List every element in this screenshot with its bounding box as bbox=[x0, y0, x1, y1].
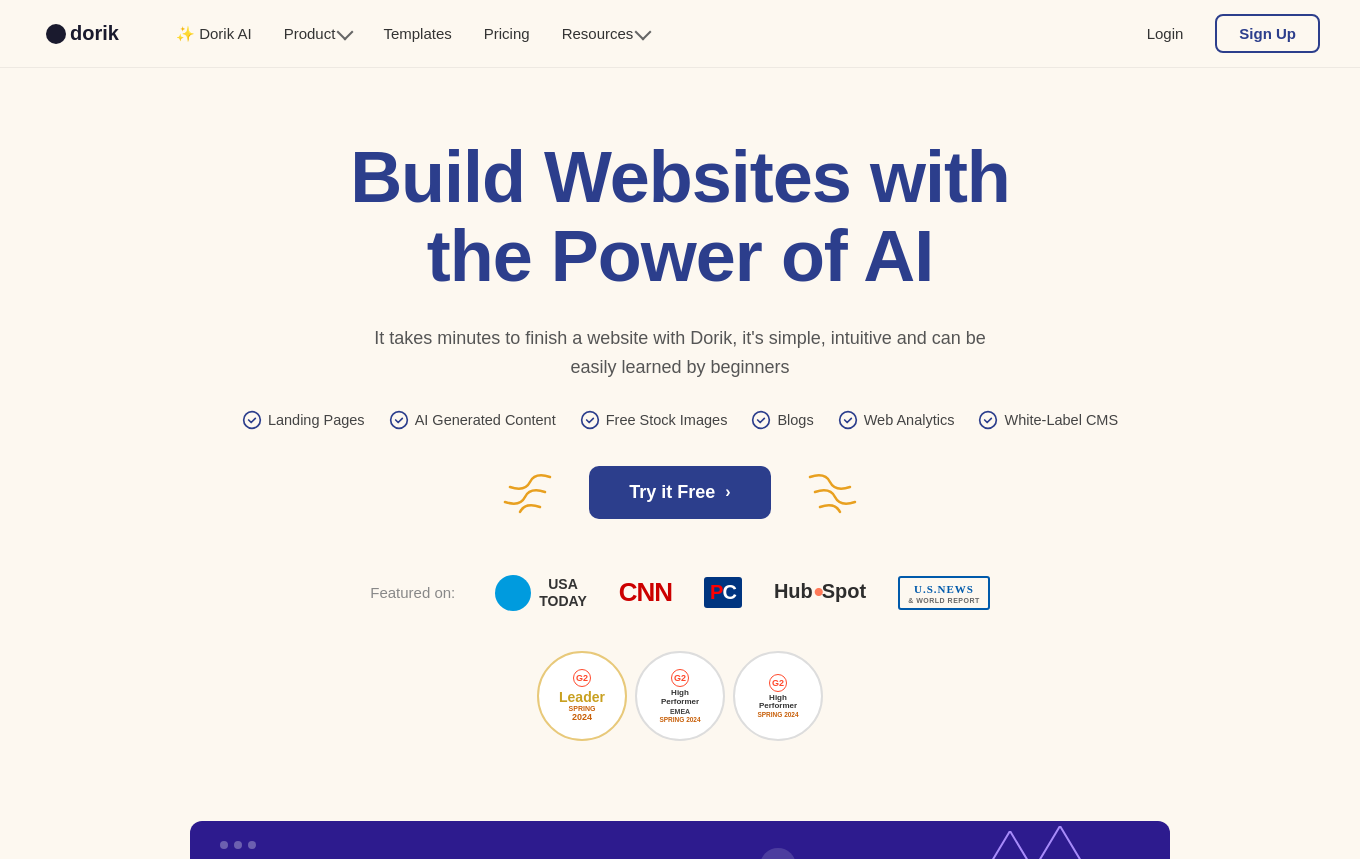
svg-text:dorik: dorik bbox=[70, 22, 120, 44]
feature-label: Landing Pages bbox=[268, 412, 365, 428]
g2-leader-badge: G2 Leader SPRING 2024 bbox=[537, 651, 627, 741]
g2-logo-icon: G2 bbox=[671, 669, 689, 687]
g2-high-performer-emea-badge: G2 HighPerformer EMEA SPRING 2024 bbox=[635, 651, 725, 741]
nav-links: ✨ Dorik AI Product Templates Pricing Res… bbox=[162, 17, 663, 51]
nav-resources[interactable]: Resources bbox=[548, 17, 664, 50]
preview-circle-decoration bbox=[760, 848, 796, 859]
check-icon bbox=[978, 410, 998, 430]
preview-dot bbox=[220, 841, 228, 849]
nav-templates[interactable]: Templates bbox=[369, 17, 465, 50]
usnews-logo: U.S.NEWS & WORLD REPORT bbox=[898, 576, 990, 610]
usatoday-circle bbox=[495, 575, 531, 611]
feature-ai-content: AI Generated Content bbox=[389, 410, 556, 430]
preview-dot bbox=[248, 841, 256, 849]
feature-label: Web Analytics bbox=[864, 412, 955, 428]
login-button[interactable]: Login bbox=[1127, 17, 1204, 50]
check-icon bbox=[389, 410, 409, 430]
pc-magazine-logo: PC bbox=[704, 577, 742, 608]
badge-season: SPRING bbox=[569, 705, 596, 712]
usnews-text: U.S.NEWS & WORLD REPORT bbox=[908, 581, 980, 605]
feature-label: Free Stock Images bbox=[606, 412, 728, 428]
badge-year: 2024 bbox=[572, 712, 592, 722]
logo[interactable]: dorik bbox=[40, 18, 130, 50]
arrow-right-icon: › bbox=[725, 483, 730, 501]
badge-title: HighPerformer bbox=[759, 694, 797, 712]
feature-white-label: White-Label CMS bbox=[978, 410, 1118, 430]
usatoday-text: USATODAY bbox=[539, 576, 586, 610]
feature-web-analytics: Web Analytics bbox=[838, 410, 955, 430]
g2-logo-icon: G2 bbox=[573, 669, 591, 687]
nav-product[interactable]: Product bbox=[270, 17, 366, 50]
svg-point-6 bbox=[839, 412, 856, 429]
navbar: dorik ✨ Dorik AI Product Templates Prici… bbox=[0, 0, 1360, 68]
hero-subtitle: It takes minutes to finish a website wit… bbox=[370, 324, 990, 382]
features-row: Landing Pages AI Generated Content Free … bbox=[40, 410, 1320, 430]
svg-marker-9 bbox=[1030, 826, 1090, 859]
bottom-preview bbox=[190, 821, 1170, 859]
feature-stock-images: Free Stock Images bbox=[580, 410, 728, 430]
hubspot-logo: Hub⦁Spot bbox=[774, 577, 866, 608]
preview-dot bbox=[234, 841, 242, 849]
usatoday-logo: USATODAY bbox=[495, 575, 586, 611]
badges-section: G2 Leader SPRING 2024 G2 HighPerformer E… bbox=[40, 651, 1320, 741]
triangle-decoration-2 bbox=[1030, 826, 1090, 859]
featured-label: Featured on: bbox=[370, 584, 455, 601]
g2-logo-icon: G2 bbox=[769, 674, 787, 692]
badge-season: SPRING 2024 bbox=[757, 711, 798, 718]
featured-section: Featured on: USATODAY CNN PC Hub⦁Spot U.… bbox=[40, 575, 1320, 611]
preview-dots bbox=[220, 841, 256, 849]
signup-button[interactable]: Sign Up bbox=[1215, 14, 1320, 53]
featured-logos: USATODAY CNN PC Hub⦁Spot U.S.NEWS & WORL… bbox=[495, 575, 990, 611]
svg-point-5 bbox=[753, 412, 770, 429]
navbar-right: Login Sign Up bbox=[1127, 14, 1320, 53]
squiggle-right-icon bbox=[800, 462, 880, 522]
nav-pricing[interactable]: Pricing bbox=[470, 17, 544, 50]
try-it-free-button[interactable]: Try it Free › bbox=[589, 466, 770, 519]
svg-point-2 bbox=[244, 412, 261, 429]
check-icon bbox=[751, 410, 771, 430]
feature-label: AI Generated Content bbox=[415, 412, 556, 428]
nav-dorik-ai[interactable]: ✨ Dorik AI bbox=[162, 17, 266, 51]
badge-subtitle: EMEA bbox=[670, 708, 690, 715]
cnn-logo: CNN bbox=[619, 577, 672, 608]
cta-container: Try it Free › bbox=[40, 466, 1320, 519]
feature-label: Blogs bbox=[777, 412, 813, 428]
feature-blogs: Blogs bbox=[751, 410, 813, 430]
hero-section: Build Websites with the Power of AI It t… bbox=[0, 68, 1360, 821]
svg-point-4 bbox=[581, 412, 598, 429]
check-icon bbox=[838, 410, 858, 430]
svg-point-3 bbox=[390, 412, 407, 429]
feature-label: White-Label CMS bbox=[1004, 412, 1118, 428]
svg-point-0 bbox=[46, 24, 66, 44]
navbar-left: dorik ✨ Dorik AI Product Templates Prici… bbox=[40, 17, 663, 51]
feature-landing-pages: Landing Pages bbox=[242, 410, 365, 430]
g2-high-performer-2024-badge: G2 HighPerformer SPRING 2024 bbox=[733, 651, 823, 741]
badge-season: SPRING 2024 bbox=[659, 716, 700, 723]
hero-title: Build Websites with the Power of AI bbox=[40, 138, 1320, 296]
check-icon bbox=[580, 410, 600, 430]
check-icon bbox=[242, 410, 262, 430]
badge-title: Leader bbox=[559, 689, 605, 705]
chevron-down-icon bbox=[635, 24, 652, 41]
chevron-down-icon bbox=[337, 24, 354, 41]
svg-point-7 bbox=[980, 412, 997, 429]
squiggle-left-icon bbox=[480, 462, 560, 522]
badge-title: HighPerformer bbox=[661, 689, 699, 707]
